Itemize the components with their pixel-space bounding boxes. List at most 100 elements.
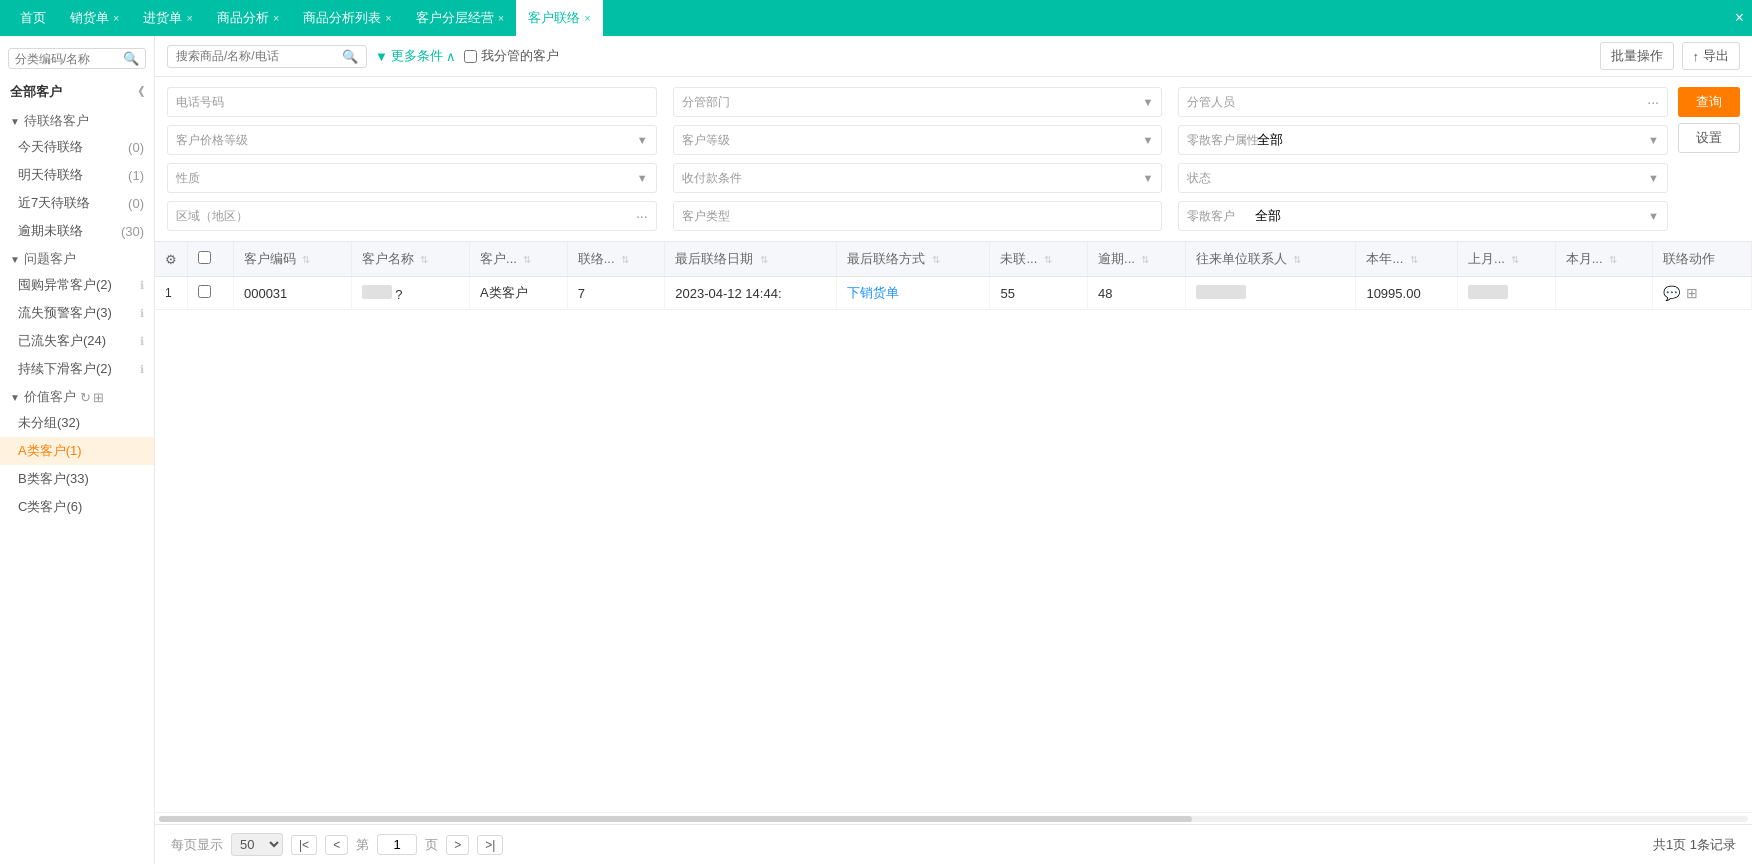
page-number-input[interactable]: [377, 834, 417, 855]
nav-sales-close[interactable]: ×: [113, 12, 119, 24]
nav-customer-segment-close[interactable]: ×: [498, 12, 504, 24]
td-last-date: 2023-04-12 14:44:: [665, 277, 837, 310]
group-problem-customers[interactable]: ▼ 问题客户: [0, 245, 154, 271]
th-name[interactable]: 客户名称 ⇅: [352, 242, 470, 277]
td-name: ?: [352, 277, 470, 310]
export-button[interactable]: ↑ 导出: [1682, 42, 1741, 70]
filter-status[interactable]: 状态 ▼: [1178, 163, 1668, 193]
filter-dropdown-icon: ∧: [446, 49, 456, 64]
nav-customer-segment[interactable]: 客户分层经营 ×: [404, 0, 516, 36]
sort-thismonth-icon: ⇅: [1609, 254, 1617, 265]
settings-button[interactable]: 设置: [1678, 123, 1740, 153]
query-button[interactable]: 查询: [1678, 87, 1740, 117]
th-contact[interactable]: 联络... ⇅: [567, 242, 665, 277]
sidebar-collapse-icon[interactable]: 《: [132, 84, 144, 101]
value-group-settings-icon[interactable]: ⊞: [93, 390, 104, 405]
window-close-icon[interactable]: ×: [1735, 9, 1744, 27]
sidebar-item-today[interactable]: 今天待联络 (0): [0, 133, 154, 161]
sort-code-icon: ⇅: [302, 254, 310, 265]
filter-search-input[interactable]: [176, 49, 342, 63]
th-last-month[interactable]: 上月... ⇅: [1458, 242, 1556, 277]
horizontal-scrollbar[interactable]: [155, 812, 1752, 824]
filter-retail-customer[interactable]: 零散客户 全部 ▼: [1178, 201, 1668, 231]
th-overdue[interactable]: 逾期... ⇅: [1088, 242, 1186, 277]
group-pending-contact[interactable]: ▼ 待联络客户: [0, 107, 154, 133]
nav-purchase[interactable]: 进货单 ×: [131, 0, 204, 36]
nav-home[interactable]: 首页: [8, 0, 58, 36]
customer-table: ⚙ 客户编码 ⇅ 客户名称 ⇅: [155, 242, 1752, 310]
sidebar-item-7days[interactable]: 近7天待联络 (0): [0, 189, 154, 217]
sidebar-item-churned[interactable]: 已流失客户(24) ℹ: [0, 327, 154, 355]
th-no-contact[interactable]: 未联... ⇅: [990, 242, 1088, 277]
select-all-checkbox[interactable]: [198, 251, 211, 264]
filter-nature[interactable]: 性质 ▼: [167, 163, 657, 193]
sidebar-item-churn-warning[interactable]: 流失预警客户(3) ℹ: [0, 299, 154, 327]
th-code[interactable]: 客户编码 ⇅: [233, 242, 351, 277]
sidebar-item-class-c[interactable]: C类客户(6): [0, 493, 154, 521]
page-label: 第: [356, 836, 369, 854]
nav-analysis-close[interactable]: ×: [273, 12, 279, 24]
sidebar-item-class-a[interactable]: A类客户(1): [0, 437, 154, 465]
sidebar-search-input[interactable]: [15, 52, 123, 66]
prev-page-btn[interactable]: <: [325, 835, 348, 855]
info-icon-abnormal: ℹ: [140, 279, 144, 292]
th-last-date[interactable]: 最后联络日期 ⇅: [665, 242, 837, 277]
th-contacts-person[interactable]: 往来单位联系人 ⇅: [1185, 242, 1356, 277]
nav-analysis-list-close[interactable]: ×: [385, 12, 391, 24]
th-gear[interactable]: ⚙: [155, 242, 188, 277]
my-customers-checkbox[interactable]: [464, 50, 477, 63]
sidebar-item-tomorrow[interactable]: 明天待联络 (1): [0, 161, 154, 189]
last-method-link[interactable]: 下销货单: [847, 285, 899, 300]
filter-row-2: 客户价格等级 ▼ 客户等级 ▼: [167, 125, 1668, 155]
price-dropdown-icon: ▼: [637, 134, 648, 146]
retail-cust-dropdown-icon: ▼: [1648, 210, 1659, 222]
th-this-year[interactable]: 本年... ⇅: [1356, 242, 1458, 277]
group-value-customers[interactable]: ▼ 价值客户 ↻ ⊞: [0, 383, 154, 409]
comment-icon[interactable]: 💬: [1663, 285, 1680, 301]
batch-op-button[interactable]: 批量操作: [1600, 42, 1674, 70]
nav-analysis-list[interactable]: 商品分析列表 ×: [291, 0, 403, 36]
filter-department[interactable]: 分管部门 ▼: [673, 87, 1163, 117]
nature-dropdown-icon: ▼: [637, 172, 648, 184]
sidebar-search-box[interactable]: 🔍: [8, 48, 146, 69]
th-this-month[interactable]: 本月... ⇅: [1555, 242, 1653, 277]
filter-search-box[interactable]: 🔍: [167, 45, 367, 68]
nav-customer-contact-close[interactable]: ×: [584, 12, 590, 24]
filter-customer-level[interactable]: 客户等级 ▼: [673, 125, 1163, 155]
td-checkbox[interactable]: [188, 277, 234, 310]
my-customers-filter[interactable]: 我分管的客户: [464, 47, 559, 65]
th-type[interactable]: 客户... ⇅: [470, 242, 568, 277]
th-action: 联络动作: [1653, 242, 1752, 277]
th-last-method[interactable]: 最后联络方式 ⇅: [837, 242, 990, 277]
sidebar-item-class-b[interactable]: B类客户(33): [0, 465, 154, 493]
filter-customer-type[interactable]: 客户类型: [673, 201, 1163, 231]
filter-region[interactable]: 区域（地区） ···: [167, 201, 657, 231]
filter-payment[interactable]: 收付款条件 ▼: [673, 163, 1163, 193]
per-page-select[interactable]: 50 100 200: [231, 833, 283, 856]
nav-analysis[interactable]: 商品分析 ×: [205, 0, 291, 36]
th-checkbox[interactable]: [188, 242, 234, 277]
grid-icon[interactable]: ⊞: [1686, 285, 1698, 301]
sidebar-item-ungrouped[interactable]: 未分组(32): [0, 409, 154, 437]
td-type: A类客户: [470, 277, 568, 310]
sidebar-item-abnormal[interactable]: 囤购异常客户(2) ℹ: [0, 271, 154, 299]
next-page-btn[interactable]: >: [446, 835, 469, 855]
filter-right: 批量操作 ↑ 导出: [1600, 42, 1741, 70]
gear-icon[interactable]: ⚙: [165, 252, 177, 267]
filter-price-level[interactable]: 客户价格等级 ▼: [167, 125, 657, 155]
last-page-btn[interactable]: >|: [477, 835, 503, 855]
filter-retail-attr[interactable]: 零散客户属性 全部 ▼: [1178, 125, 1668, 155]
first-page-btn[interactable]: |<: [291, 835, 317, 855]
filter-phone[interactable]: 电话号码: [167, 87, 657, 117]
all-customers-header[interactable]: 全部客户 《: [0, 77, 154, 107]
scroll-thumb[interactable]: [159, 816, 1192, 822]
value-group-refresh-icon[interactable]: ↻: [80, 390, 91, 405]
sidebar-item-declining[interactable]: 持续下滑客户(2) ℹ: [0, 355, 154, 383]
nav-purchase-close[interactable]: ×: [186, 12, 192, 24]
nav-customer-contact[interactable]: 客户联络 ×: [516, 0, 602, 36]
nav-sales[interactable]: 销货单 ×: [58, 0, 131, 36]
row-checkbox[interactable]: [198, 285, 211, 298]
filter-manager[interactable]: 分管人员 ···: [1178, 87, 1668, 117]
sidebar-item-overdue[interactable]: 逾期未联络 (30): [0, 217, 154, 245]
filter-more-btn[interactable]: ▼ 更多条件 ∧: [375, 47, 456, 65]
